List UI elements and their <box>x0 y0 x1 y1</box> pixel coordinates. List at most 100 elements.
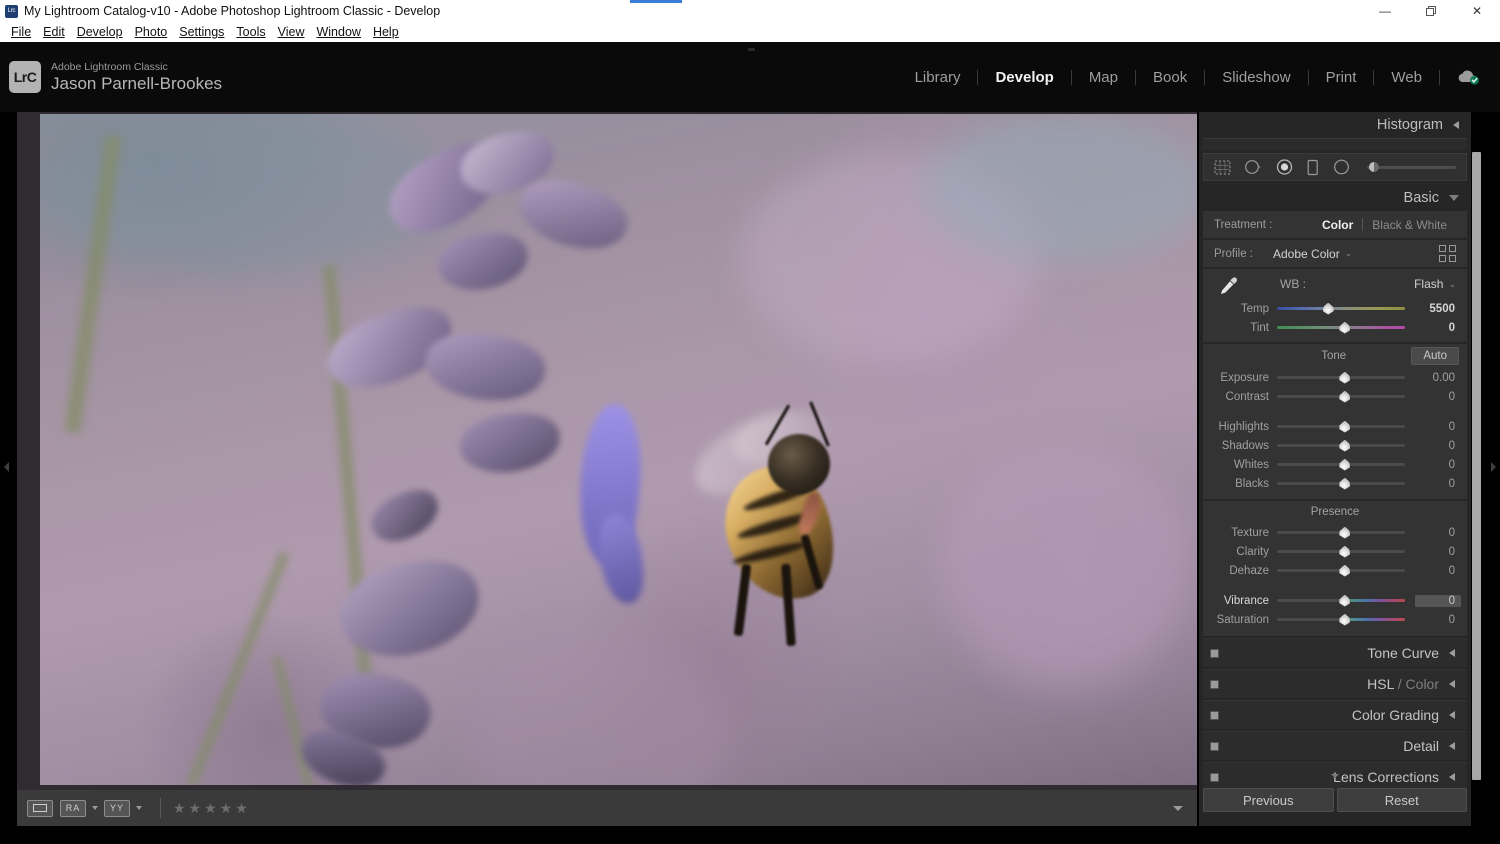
histogram-panel-header[interactable]: Histogram <box>1199 112 1471 138</box>
tint-value[interactable]: 0 <box>1415 322 1461 334</box>
module-web[interactable]: Web <box>1374 67 1439 88</box>
tool-amount-knob[interactable] <box>1369 162 1379 172</box>
exposure-slider-track[interactable] <box>1277 371 1405 384</box>
triangle-down-icon[interactable] <box>1449 195 1459 201</box>
saturation-slider-track[interactable] <box>1277 613 1405 626</box>
panel-scroll-caret-icon[interactable] <box>1331 774 1339 778</box>
dehaze-slider-track[interactable] <box>1277 564 1405 577</box>
triangle-left-icon[interactable] <box>1449 680 1455 688</box>
vibrance-slider-track[interactable] <box>1277 594 1405 607</box>
panel-color-grading[interactable]: Color Grading <box>1203 700 1467 729</box>
histogram-graph[interactable] <box>1203 138 1467 150</box>
tone-auto-button[interactable]: Auto <box>1411 347 1459 365</box>
color-grading-switch[interactable] <box>1210 710 1219 720</box>
clarity-value[interactable]: 0 <box>1415 546 1461 558</box>
profile-value[interactable]: Adobe Color <box>1273 247 1340 261</box>
module-print[interactable]: Print <box>1309 67 1374 88</box>
radial-mask-icon[interactable] <box>1333 159 1350 175</box>
left-panel-show-arrow[interactable] <box>4 462 9 472</box>
panel-detail[interactable]: Detail <box>1203 731 1467 760</box>
rating-stars[interactable]: ★★★★★ <box>173 800 251 817</box>
blacks-slider-knob[interactable] <box>1339 477 1351 490</box>
whites-value[interactable]: 0 <box>1415 459 1461 471</box>
masking-rect-icon[interactable] <box>1306 159 1320 176</box>
treatment-color-option[interactable]: Color <box>1313 218 1362 232</box>
treatment-bw-option[interactable]: Black & White <box>1363 218 1456 232</box>
basic-panel-header[interactable]: Basic <box>1199 185 1471 211</box>
spot-removal-icon[interactable] <box>1244 159 1263 175</box>
before-after-button[interactable]: RA <box>60 799 86 817</box>
crop-overlay-icon[interactable] <box>1214 160 1231 175</box>
whites-slider-knob[interactable] <box>1339 458 1351 471</box>
menu-edit[interactable]: Edit <box>37 23 71 41</box>
blacks-value[interactable]: 0 <box>1415 478 1461 490</box>
tint-slider-track[interactable] <box>1277 321 1405 334</box>
contrast-value[interactable]: 0 <box>1415 391 1461 403</box>
temp-slider-track[interactable] <box>1277 302 1405 315</box>
shadows-slider-knob[interactable] <box>1339 439 1351 452</box>
wb-chevron-icon[interactable]: ⌄ <box>1448 279 1456 290</box>
close-button[interactable]: ✕ <box>1454 0 1500 22</box>
vibrance-value[interactable]: 0 <box>1415 594 1461 607</box>
menu-photo[interactable]: Photo <box>129 23 174 41</box>
texture-slider-track[interactable] <box>1277 526 1405 539</box>
triangle-left-icon[interactable] <box>1449 742 1455 750</box>
dehaze-slider-knob[interactable] <box>1339 564 1351 577</box>
triangle-left-icon[interactable] <box>1449 773 1455 781</box>
lightroom-badge[interactable]: LrC <box>9 61 41 93</box>
menu-develop[interactable]: Develop <box>71 23 129 41</box>
menu-tools[interactable]: Tools <box>230 23 271 41</box>
maximize-button[interactable] <box>1408 0 1454 22</box>
toolbar-options-caret-icon[interactable] <box>1173 805 1183 811</box>
wb-value[interactable]: Flash <box>1414 277 1443 291</box>
tone-curve-switch[interactable] <box>1210 648 1219 658</box>
clarity-slider-knob[interactable] <box>1339 545 1351 558</box>
module-map[interactable]: Map <box>1072 67 1135 88</box>
loupe-view-icon[interactable] <box>27 799 53 817</box>
dehaze-value[interactable]: 0 <box>1415 565 1461 577</box>
triangle-left-icon[interactable] <box>1449 711 1455 719</box>
before-after-caret-icon[interactable] <box>92 806 98 810</box>
highlights-value[interactable]: 0 <box>1415 421 1461 433</box>
detail-switch[interactable] <box>1210 741 1219 751</box>
vibrance-slider-knob[interactable] <box>1339 594 1351 607</box>
texture-slider-knob[interactable] <box>1339 526 1351 539</box>
saturation-slider-knob[interactable] <box>1339 613 1351 626</box>
menu-window[interactable]: Window <box>310 23 366 41</box>
highlights-slider-knob[interactable] <box>1339 420 1351 433</box>
clarity-slider-track[interactable] <box>1277 545 1405 558</box>
eyedropper-icon[interactable] <box>1217 275 1241 300</box>
menu-help[interactable]: Help <box>367 23 405 41</box>
menu-file[interactable]: File <box>5 23 37 41</box>
tint-slider-knob[interactable] <box>1339 321 1351 334</box>
texture-value[interactable]: 0 <box>1415 527 1461 539</box>
exposure-slider-knob[interactable] <box>1339 371 1351 384</box>
menu-settings[interactable]: Settings <box>173 23 230 41</box>
shadows-slider-track[interactable] <box>1277 439 1405 452</box>
triangle-left-icon[interactable] <box>1453 121 1459 129</box>
reset-button[interactable]: Reset <box>1336 788 1467 812</box>
module-slideshow[interactable]: Slideshow <box>1205 67 1307 88</box>
right-panel-scrollbar[interactable] <box>1472 152 1481 780</box>
compare-view-button[interactable]: YY <box>104 799 130 817</box>
profile-grid-icon[interactable] <box>1439 245 1456 262</box>
module-library[interactable]: Library <box>898 67 978 88</box>
menu-view[interactable]: View <box>272 23 311 41</box>
panel-hsl-color[interactable]: HSL / Color <box>1203 669 1467 698</box>
temp-slider-knob[interactable] <box>1322 302 1334 315</box>
module-develop[interactable]: Develop <box>978 67 1070 88</box>
cloud-synced-icon[interactable] <box>1456 68 1480 86</box>
contrast-slider-knob[interactable] <box>1339 390 1351 403</box>
temp-value[interactable]: 5500 <box>1415 303 1461 315</box>
top-panel-handle[interactable] <box>748 48 755 51</box>
hsl-switch[interactable] <box>1210 679 1219 689</box>
whites-slider-track[interactable] <box>1277 458 1405 471</box>
tool-amount-slider[interactable] <box>1367 162 1456 172</box>
saturation-value[interactable]: 0 <box>1415 614 1461 626</box>
exposure-value[interactable]: 0.00 <box>1415 372 1461 384</box>
compare-caret-icon[interactable] <box>136 806 142 810</box>
lens-corrections-switch[interactable] <box>1210 772 1219 782</box>
red-eye-correction-icon[interactable] <box>1276 159 1293 175</box>
highlights-slider-track[interactable] <box>1277 420 1405 433</box>
photo-preview[interactable] <box>40 114 1197 785</box>
